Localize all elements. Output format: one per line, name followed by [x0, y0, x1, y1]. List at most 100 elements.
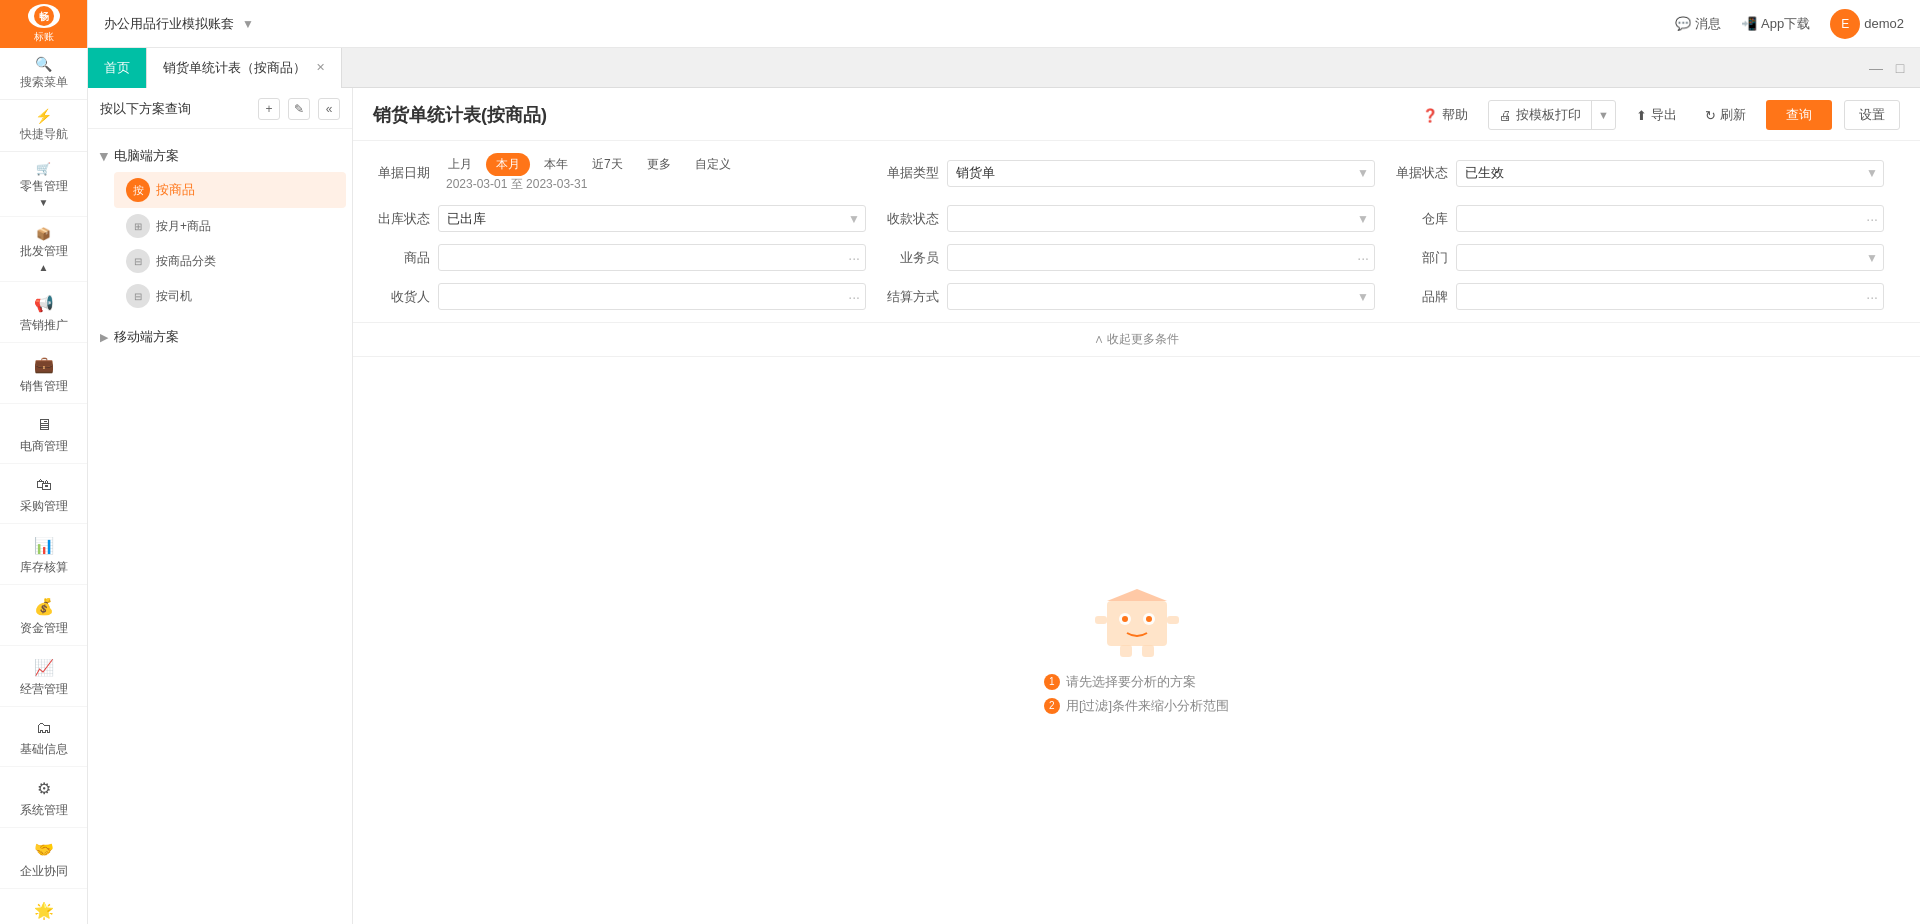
sidebar-item-operation[interactable]: 📈 经营管理	[0, 646, 87, 707]
settlement-label: 结算方式	[882, 288, 947, 306]
date-chip-last-month[interactable]: 上月	[438, 153, 482, 176]
collapse-bar[interactable]: ∧ 收起更多条件	[353, 323, 1920, 357]
doc-type-input[interactable]	[947, 160, 1375, 187]
search-menu-label: 搜索菜单	[20, 75, 68, 89]
export-btn[interactable]: ⬆ 导出	[1628, 102, 1685, 128]
out-status-dropdown-icon[interactable]: ▼	[848, 212, 860, 226]
filter-brand-cell: 品牌 ···	[1391, 283, 1900, 310]
sidebar: 畅 标账 🔍 搜索菜单 ⚡ 快捷导航 🛒 零售管理 ▼ 📦 批发管理 ▲ 📢 营…	[0, 0, 88, 924]
left-panel-header: 按以下方案查询 + ✎ «	[88, 88, 352, 129]
svg-text:畅: 畅	[39, 11, 49, 22]
payment-status-input-wrap: ▼	[947, 205, 1375, 232]
salesperson-dots-icon[interactable]: ···	[1357, 250, 1369, 266]
template-print-btn[interactable]: 🖨 按模板打印	[1489, 101, 1592, 129]
date-chip-last-7-days[interactable]: 近7天	[582, 153, 633, 176]
payment-status-label: 收款状态	[882, 210, 947, 228]
print-icon: 🖨	[1499, 108, 1512, 123]
date-chip-this-year[interactable]: 本年	[534, 153, 578, 176]
sidebar-item-ecommerce[interactable]: 🖥 电商管理	[0, 404, 87, 464]
left-panel: 按以下方案查询 + ✎ « ▶ 电脑端方案 按	[88, 88, 353, 924]
empty-state-illustration	[1087, 561, 1187, 661]
tree-item-by-category[interactable]: ⊟ 按商品分类	[114, 244, 346, 278]
topbar-dropdown-btn[interactable]: ▼	[242, 17, 254, 31]
page-actions: ❓ 帮助 🖨 按模板打印 ▼ ⬆ 导出	[1414, 100, 1900, 130]
receiver-dots-icon[interactable]: ···	[848, 289, 860, 305]
tree-desktop-children: 按 按商品 ⊞ 按月+商品 ⊟ 按商品分类	[88, 172, 352, 313]
date-chip-more[interactable]: 更多	[637, 153, 681, 176]
tree-item-by-product[interactable]: 按 按商品	[114, 172, 346, 208]
settlement-dropdown-icon[interactable]: ▼	[1357, 290, 1369, 304]
sidebar-item-newbie[interactable]: 🌟 新手引导	[0, 889, 87, 924]
warehouse-label: 仓库	[1391, 210, 1456, 228]
doc-status-dropdown-icon[interactable]: ▼	[1866, 166, 1878, 180]
empty-hint-2: 2 用[过滤]条件来缩小分析范围	[1044, 697, 1229, 715]
search-menu[interactable]: 🔍 搜索菜单	[0, 48, 87, 100]
tree-desktop-header[interactable]: ▶ 电脑端方案	[88, 141, 352, 171]
salesperson-input-wrap: ···	[947, 244, 1375, 271]
out-status-input[interactable]	[438, 205, 866, 232]
query-btn[interactable]: 查询	[1766, 100, 1832, 130]
sidebar-item-basic[interactable]: 🗂 基础信息	[0, 707, 87, 767]
sidebar-item-marketing[interactable]: 📢 营销推广	[0, 282, 87, 343]
collapse-panel-btn[interactable]: «	[318, 98, 340, 120]
sidebar-item-finance[interactable]: 💰 资金管理	[0, 585, 87, 646]
retail-expand-arrow: ▼	[39, 197, 49, 208]
user-action[interactable]: E demo2	[1830, 9, 1904, 39]
refresh-btn[interactable]: ↻ 刷新	[1697, 102, 1754, 128]
edit-scheme-btn[interactable]: ✎	[288, 98, 310, 120]
sidebar-item-sales[interactable]: 💼 销售管理	[0, 343, 87, 404]
sidebar-item-retail[interactable]: 🛒 零售管理 ▼	[0, 152, 87, 217]
message-action[interactable]: 💬 消息	[1675, 15, 1721, 33]
brand-dots-icon[interactable]: ···	[1866, 289, 1878, 305]
tree-mobile-header[interactable]: ▶ 移动端方案	[88, 322, 352, 352]
warehouse-dots-icon[interactable]: ···	[1866, 211, 1878, 227]
filter-payment-status-cell: 收款状态 ▼	[882, 205, 1391, 232]
product-dots-icon[interactable]: ···	[848, 250, 860, 266]
tree-item-by-cashier[interactable]: ⊟ 按司机	[114, 279, 346, 313]
by-category-label: 按商品分类	[156, 253, 216, 270]
product-input-wrap: ···	[438, 244, 866, 271]
payment-status-dropdown-icon[interactable]: ▼	[1357, 212, 1369, 226]
add-scheme-btn[interactable]: +	[258, 98, 280, 120]
topbar: 办公用品行业模拟账套 ▼ 💬 消息 📲 App下载 E demo2	[88, 0, 1920, 48]
by-month-label: 按月+商品	[156, 218, 211, 235]
app-download-action[interactable]: 📲 App下载	[1741, 15, 1810, 33]
quick-nav-label: 快捷导航	[20, 127, 68, 141]
product-input[interactable]	[438, 244, 866, 271]
payment-status-input[interactable]	[947, 205, 1375, 232]
tree-item-by-month-product[interactable]: ⊞ 按月+商品	[114, 209, 346, 243]
template-print-dropdown[interactable]: ▼	[1592, 104, 1615, 126]
department-input[interactable]	[1456, 244, 1884, 271]
left-panel-icon-group: + ✎ «	[258, 98, 340, 120]
settings-btn[interactable]: 设置	[1844, 100, 1900, 130]
tab-close-btn[interactable]: ✕	[316, 61, 325, 74]
settlement-input[interactable]	[947, 283, 1375, 310]
minimize-btn[interactable]: —	[1868, 60, 1884, 76]
filter-doc-type-cell: 单据类型 ▼	[882, 153, 1391, 193]
help-btn[interactable]: ❓ 帮助	[1414, 102, 1476, 128]
sidebar-item-inventory[interactable]: 📊 库存核算	[0, 524, 87, 585]
doc-status-input[interactable]	[1456, 160, 1884, 187]
sidebar-item-enterprise[interactable]: 🤝 企业协同	[0, 828, 87, 889]
receiver-input[interactable]	[438, 283, 866, 310]
date-chip-this-month[interactable]: 本月	[486, 153, 530, 176]
out-status-input-wrap: ▼	[438, 205, 866, 232]
salesperson-input[interactable]	[947, 244, 1375, 271]
sidebar-item-purchase[interactable]: 🛍 采购管理	[0, 464, 87, 524]
doc-type-dropdown-icon[interactable]: ▼	[1357, 166, 1369, 180]
svg-rect-7	[1095, 616, 1107, 624]
tab-home[interactable]: 首页	[88, 48, 147, 88]
brand-input[interactable]	[1456, 283, 1884, 310]
department-dropdown-icon[interactable]: ▼	[1866, 251, 1878, 265]
date-chip-custom[interactable]: 自定义	[685, 153, 741, 176]
filter-date-cell: 单据日期 上月 本月 本年 近7天 更多 自定义 2023-03-01 至 20…	[373, 153, 882, 193]
sidebar-item-wholesale[interactable]: 📦 批发管理 ▲	[0, 217, 87, 282]
sidebar-item-system[interactable]: ⚙ 系统管理	[0, 767, 87, 828]
quick-nav[interactable]: ⚡ 快捷导航	[0, 100, 87, 152]
topbar-right: 💬 消息 📲 App下载 E demo2	[1675, 9, 1904, 39]
date-range-text: 2023-03-01 至 2023-03-31	[446, 176, 866, 193]
maximize-btn[interactable]: □	[1892, 60, 1908, 76]
tab-sales-stat[interactable]: 销货单统计表（按商品） ✕	[147, 48, 342, 88]
warehouse-input[interactable]	[1456, 205, 1884, 232]
filter-doc-status-cell: 单据状态 ▼	[1391, 153, 1900, 193]
